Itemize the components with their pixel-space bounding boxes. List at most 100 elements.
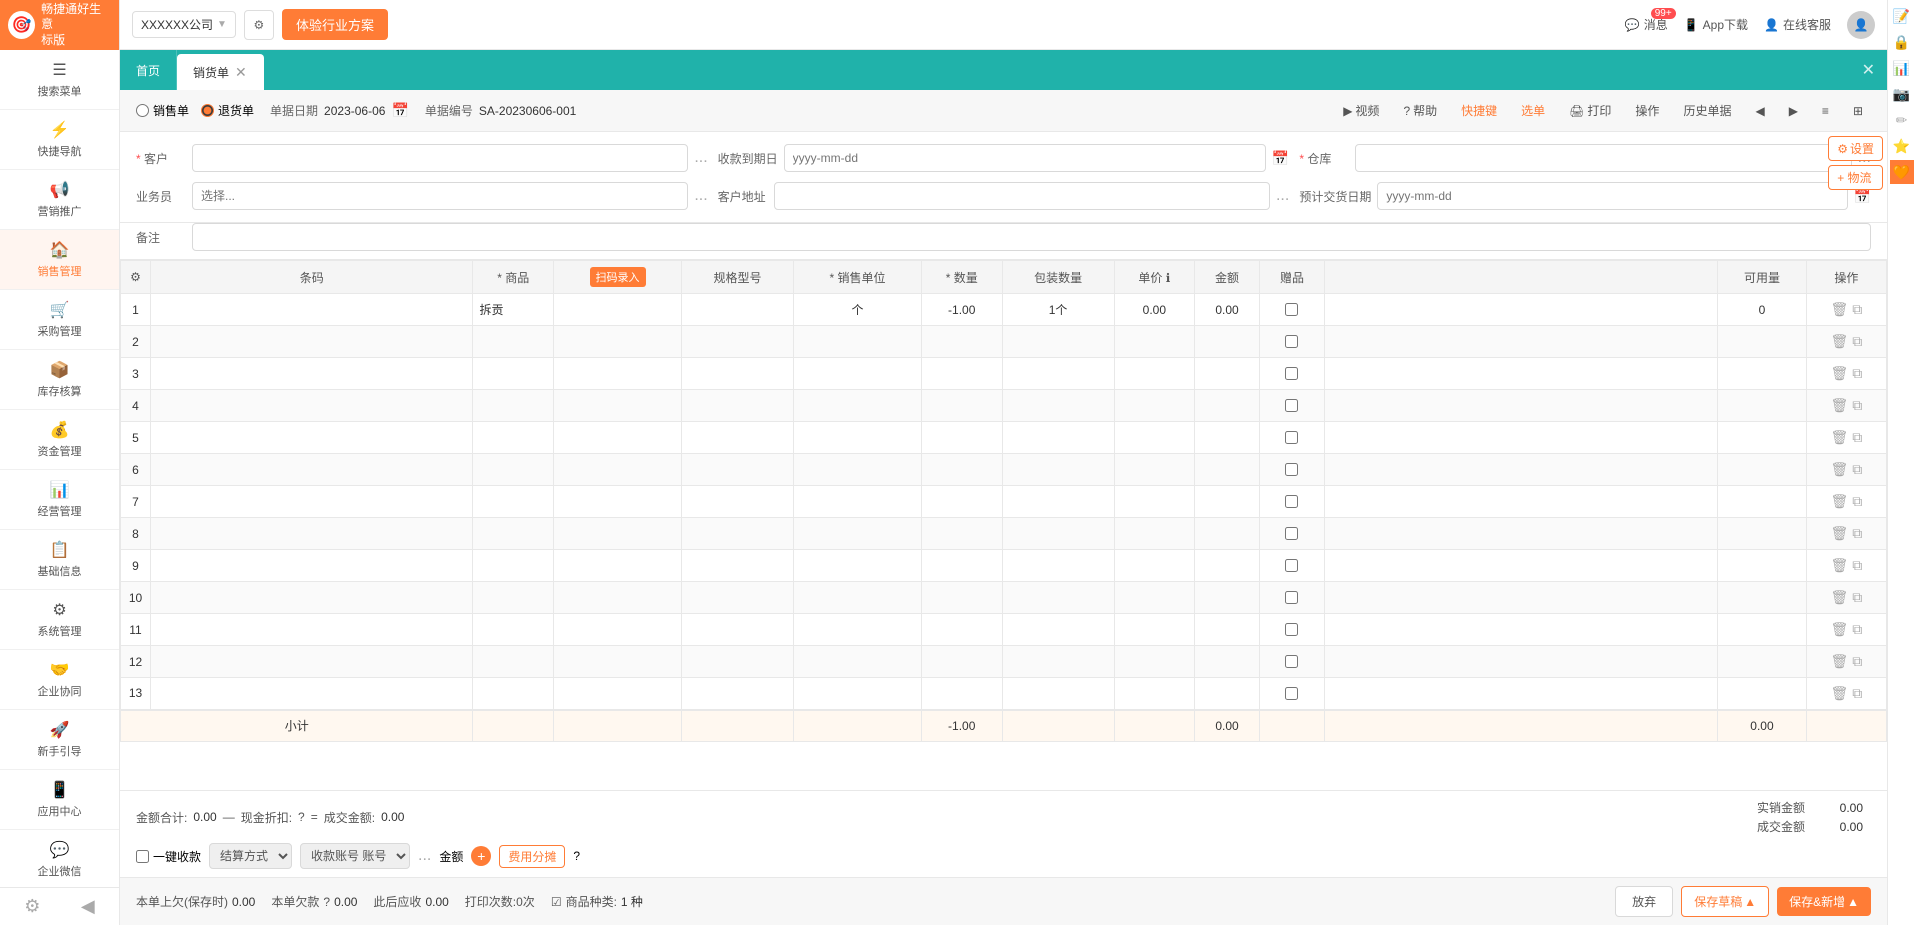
row-barcode-12[interactable] [151, 646, 473, 678]
sidebar-item-enterprise[interactable]: 🤝 企业协同 [0, 650, 119, 710]
row-pack-qty-1[interactable]: 1个 [1002, 294, 1114, 326]
row-qty-4[interactable] [921, 390, 1002, 422]
row-barcode-3[interactable] [151, 358, 473, 390]
row-gift-5[interactable] [1260, 422, 1325, 454]
row-gift-1[interactable] [1260, 294, 1325, 326]
row-spec-6[interactable] [681, 454, 793, 486]
salesperson-dots[interactable]: ... [694, 187, 707, 205]
row-goods-7[interactable] [473, 486, 554, 518]
radio-sales[interactable]: 销售单 [136, 102, 189, 119]
row-gift-7[interactable] [1260, 486, 1325, 518]
row-barcode-5[interactable] [151, 422, 473, 454]
copy-icon-13[interactable]: ⧉ [1852, 685, 1862, 702]
radio-return[interactable]: 退货单 [201, 102, 254, 119]
row-barcode-10[interactable] [151, 582, 473, 614]
row-qty-1[interactable]: -1.00 [921, 294, 1002, 326]
message-item[interactable]: 💬 消息 99+ [1625, 16, 1668, 33]
gift-checkbox-1[interactable] [1285, 303, 1298, 316]
row-pack-qty-10[interactable] [1002, 582, 1114, 614]
row-gift-11[interactable] [1260, 614, 1325, 646]
row-unit-12[interactable] [794, 646, 922, 678]
row-goods-12[interactable] [473, 646, 554, 678]
delete-icon-7[interactable]: 🗑 [1830, 493, 1848, 510]
barcode-input-4[interactable] [155, 399, 468, 413]
row-price-8[interactable] [1114, 518, 1194, 550]
row-unit-3[interactable] [794, 358, 922, 390]
row-goods-6[interactable] [473, 454, 554, 486]
row-amount-7[interactable] [1195, 486, 1260, 518]
row-amount-10[interactable] [1195, 582, 1260, 614]
gift-checkbox-2[interactable] [1285, 335, 1298, 348]
sidebar-item-finance[interactable]: 💰 资金管理 [0, 410, 119, 470]
delete-icon-9[interactable]: 🗑 [1830, 557, 1848, 574]
nav-next-btn[interactable]: ▶ [1781, 100, 1806, 122]
fee-split-button[interactable]: 费用分摊 [499, 845, 565, 868]
settings-button[interactable]: ⚙ [244, 10, 274, 40]
row-qty-9[interactable] [921, 550, 1002, 582]
gift-checkbox-6[interactable] [1285, 463, 1298, 476]
row-amount-2[interactable] [1195, 326, 1260, 358]
delete-icon-2[interactable]: 🗑 [1830, 333, 1848, 350]
row-gift-12[interactable] [1260, 646, 1325, 678]
delete-icon-1[interactable]: 🗑 [1830, 301, 1848, 318]
row-pack-qty-3[interactable] [1002, 358, 1114, 390]
row-price-5[interactable] [1114, 422, 1194, 454]
barcode-input-10[interactable] [155, 591, 468, 605]
copy-icon-10[interactable]: ⧉ [1852, 589, 1862, 606]
row-price-13[interactable] [1114, 678, 1194, 710]
row-pack-qty-11[interactable] [1002, 614, 1114, 646]
account-dots[interactable]: ... [418, 847, 431, 865]
tab-close-button[interactable]: ✕ [1850, 50, 1887, 90]
remark-input[interactable] [192, 223, 1871, 251]
copy-icon-8[interactable]: ⧉ [1852, 525, 1862, 542]
tab-home[interactable]: 首页 [120, 50, 177, 90]
customer-input[interactable] [192, 144, 688, 172]
app-download-item[interactable]: 📱 App下载 [1684, 16, 1748, 33]
row-price-3[interactable] [1114, 358, 1194, 390]
barcode-input-1[interactable] [155, 303, 468, 317]
logistics-button[interactable]: + 物流 [1828, 165, 1883, 190]
copy-icon-12[interactable]: ⧉ [1852, 653, 1862, 670]
add-button[interactable]: + [471, 846, 491, 866]
gift-checkbox-4[interactable] [1285, 399, 1298, 412]
barcode-input-3[interactable] [155, 367, 468, 381]
row-unit-7[interactable] [794, 486, 922, 518]
row-goods-1[interactable]: 拆贡 [473, 294, 554, 326]
delete-icon-8[interactable]: 🗑 [1830, 525, 1848, 542]
row-amount-11[interactable] [1195, 614, 1260, 646]
barcode-input-5[interactable] [155, 431, 468, 445]
shortcut-btn[interactable]: 快捷键 [1453, 98, 1505, 123]
barcode-input-11[interactable] [155, 623, 468, 637]
row-price-6[interactable] [1114, 454, 1194, 486]
abandon-button[interactable]: 放弃 [1615, 886, 1673, 917]
copy-icon-7[interactable]: ⧉ [1852, 493, 1862, 510]
right-panel-btn-2[interactable]: 🔒 [1890, 30, 1914, 54]
due-date-input[interactable] [784, 144, 1266, 172]
date-calendar-icon[interactable]: 📅 [391, 102, 408, 119]
copy-icon-9[interactable]: ⧉ [1852, 557, 1862, 574]
row-barcode-6[interactable] [151, 454, 473, 486]
row-pack-qty-12[interactable] [1002, 646, 1114, 678]
online-service-item[interactable]: 👤 在线客服 [1764, 16, 1831, 33]
select-btn[interactable]: 选单 [1513, 98, 1553, 123]
row-amount-3[interactable] [1195, 358, 1260, 390]
row-amount-5[interactable] [1195, 422, 1260, 454]
nav-prev-btn[interactable]: ◀ [1747, 100, 1772, 122]
row-unit-13[interactable] [794, 678, 922, 710]
row-price-4[interactable] [1114, 390, 1194, 422]
barcode-input-6[interactable] [155, 463, 468, 477]
row-price-2[interactable] [1114, 326, 1194, 358]
row-pack-qty-8[interactable] [1002, 518, 1114, 550]
copy-icon-5[interactable]: ⧉ [1852, 429, 1862, 446]
copy-icon-3[interactable]: ⧉ [1852, 365, 1862, 382]
sidebar-item-purchase[interactable]: 🛒 采购管理 [0, 290, 119, 350]
gift-checkbox-13[interactable] [1285, 687, 1298, 700]
row-price-7[interactable] [1114, 486, 1194, 518]
one-click-checkbox[interactable] [136, 850, 149, 863]
row-amount-9[interactable] [1195, 550, 1260, 582]
sidebar-item-operations[interactable]: 📊 经营管理 [0, 470, 119, 530]
row-unit-4[interactable] [794, 390, 922, 422]
row-gift-13[interactable] [1260, 678, 1325, 710]
row-spec-5[interactable] [681, 422, 793, 454]
row-unit-11[interactable] [794, 614, 922, 646]
